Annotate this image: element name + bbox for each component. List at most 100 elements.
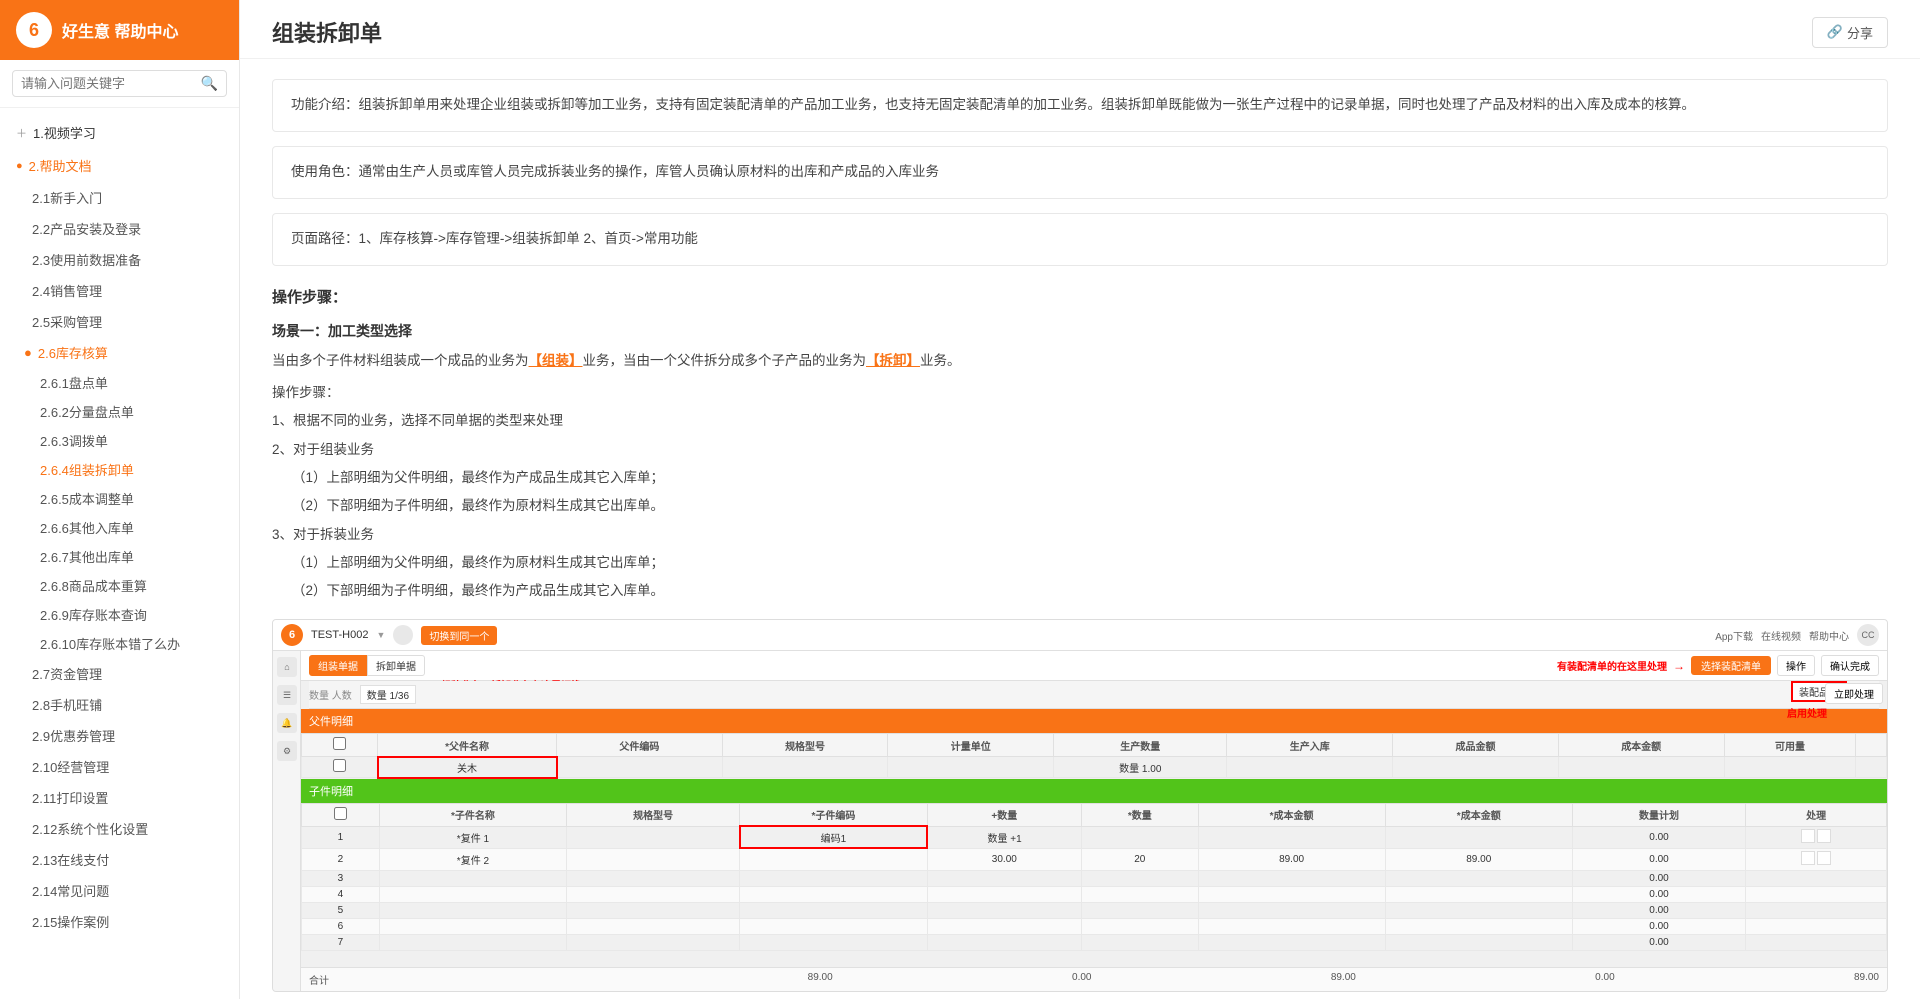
label: 2.9优惠券管理 [32, 729, 115, 744]
table-row: 7 0.00 [302, 934, 1887, 950]
sidebar-item-cost-adjust[interactable]: 2.6.5成本调整单 [0, 484, 239, 513]
sidebar-item-adjust[interactable]: 2.6.3调拨单 [0, 426, 239, 455]
app-upper-section-header: 父件明细 [301, 709, 1887, 733]
sidebar-item-inv-query[interactable]: 2.6.9库存账本查询 [0, 600, 239, 629]
th-parent-code: 父件编码 [557, 734, 723, 757]
label: 2.11打印设置 [32, 791, 108, 806]
step3-1: （1）上部明细为父件明细，最终作为原材料生成其它出库单； [272, 551, 1888, 575]
annotation5: 不固定清单可以在这里录入 [341, 950, 461, 951]
sidebar-item-online-pay[interactable]: 2.13在线支付 [0, 844, 239, 875]
sidebar-item-other-out[interactable]: 2.6.7其他出库单 [0, 542, 239, 571]
disassembly-btn[interactable]: 拆卸单据 [367, 655, 425, 676]
annotation4: 启用处理 [1787, 705, 1827, 720]
th-parent-name: *父件名称 [378, 734, 557, 757]
sidebar-item-split-stocktake[interactable]: 2.6.2分量盘点单 [0, 397, 239, 426]
bell-icon: 🔔 [277, 713, 297, 733]
link-assembly[interactable]: 【组装】 [529, 353, 583, 368]
app-footer-row: 合计 89.00 0.00 89.00 0.00 89.00 [301, 967, 1887, 991]
share-button[interactable]: 🔗 分享 [1812, 17, 1888, 48]
sidebar-item-coupon[interactable]: 2.9优惠券管理 [0, 720, 239, 751]
refresh-icon [393, 625, 413, 645]
sidebar-item-label: 2.帮助文档 [29, 156, 92, 175]
assembly-btn[interactable]: 组装单据 [309, 655, 367, 676]
feature-intro-box: 功能介绍：组装拆卸单用来处理企业组装或拆卸等加工业务，支持有固定装配清单的产品加… [272, 79, 1888, 132]
th-checkbox [302, 734, 378, 757]
table-row: 关木 数量 1.00 [302, 757, 1887, 778]
action-btn1[interactable]: 操作 [1777, 655, 1815, 676]
app-name: 好生意 帮助中心 [62, 18, 178, 42]
operations-heading: 操作步骤： [272, 286, 1888, 307]
screenshot-container: 6 TEST-H002 ▼ 切换到同一个 App下载 在线视频 帮助中心 CC [272, 619, 1888, 992]
enable-btn[interactable]: 立即处理 [1825, 683, 1883, 704]
select-all-upper[interactable] [333, 737, 346, 750]
sidebar-item-inv-error[interactable]: 2.6.10库存账本错了么办 [0, 629, 239, 658]
sidebar-item-video[interactable]: ＋ 1.视频学习 [0, 116, 239, 149]
search-section: 🔍 [0, 60, 239, 108]
minus-icon: ● [24, 345, 32, 360]
sidebar-item-purchase[interactable]: 2.5采购管理 [0, 306, 239, 337]
sidebar-item-personalize[interactable]: 2.12系统个性化设置 [0, 813, 239, 844]
th-action [1856, 734, 1887, 757]
sidebar-item-mobile[interactable]: 2.8手机旺铺 [0, 689, 239, 720]
nav-section-docs: ● 2.帮助文档 2.1新手入门 2.2产品安装及登录 2.3使用前数据准备 2… [0, 149, 239, 937]
sidebar-item-sales[interactable]: 2.4销售管理 [0, 275, 239, 306]
main-content-area: 组装拆卸单 🔗 分享 功能介绍：组装拆卸单用来处理企业组装或拆卸等加工业务，支持… [240, 0, 1920, 999]
path-intro-text: 页面路径：1、库存核算->库存管理->组装拆卸单 2、首页->常用功能 [291, 231, 698, 246]
docs-sub-items: 2.1新手入门 2.2产品安装及登录 2.3使用前数据准备 2.4销售管理 2.… [0, 182, 239, 937]
sidebar-item-finance[interactable]: 2.7资金管理 [0, 658, 239, 689]
app-topbar-icons: App下载 在线视频 帮助中心 CC [1715, 624, 1879, 646]
company-select: TEST-H002 [311, 629, 368, 641]
table-row: 4 0.00 [302, 886, 1887, 902]
sidebar-item-docs[interactable]: ● 2.帮助文档 [0, 149, 239, 182]
bom-select-btn[interactable]: 选择装配清单 [1691, 656, 1771, 675]
sidebar-item-faq[interactable]: 2.14常见问题 [0, 875, 239, 906]
app-icon-rail: ⌂ ☰ 🔔 ⚙ [273, 651, 301, 991]
search-wrap[interactable]: 🔍 [12, 70, 227, 97]
home-icon: ⌂ [277, 657, 297, 677]
screenshot-wrapper: 6 TEST-H002 ▼ 切换到同一个 App下载 在线视频 帮助中心 CC [273, 620, 1887, 991]
user-avatar: CC [1857, 624, 1879, 646]
label: 2.1新手入门 [32, 191, 102, 206]
step3-2: （2）下部明细为子件明细，最终作为产成品生成其它入库单。 [272, 579, 1888, 603]
th-qty: 生产数量 [1054, 734, 1227, 757]
label: 2.5采购管理 [32, 315, 102, 330]
sidebar-item-inventory[interactable]: ● 2.6库存核算 [0, 337, 239, 368]
label: 2.2产品安装及登录 [32, 222, 141, 237]
sidebar-item-newcomer[interactable]: 2.1新手入门 [0, 182, 239, 213]
list-icon: ☰ [277, 685, 297, 705]
upper-section-label: 父件明细 [309, 713, 353, 729]
step3: 3、对于拆装业务 [272, 523, 1888, 547]
sidebar-item-stocktake[interactable]: 2.6.1盘点单 [0, 368, 239, 397]
step2-1: （1）上部明细为父件明细，最终作为产成品生成其它入库单； [272, 466, 1888, 490]
sidebar-item-data-prep[interactable]: 2.3使用前数据准备 [0, 244, 239, 275]
sidebar-item-other-in[interactable]: 2.6.6其他入库单 [0, 513, 239, 542]
lower-section-label: 子件明细 [309, 783, 353, 799]
sidebar-item-print[interactable]: 2.11打印设置 [0, 782, 239, 813]
main-scroll-area: 功能介绍：组装拆卸单用来处理企业组装或拆卸等加工业务，支持有固定装配清单的产品加… [240, 59, 1920, 999]
th-cost2: 成本金额 [1558, 734, 1724, 757]
nav-section-video: ＋ 1.视频学习 [0, 116, 239, 149]
sidebar-item-cases[interactable]: 2.15操作案例 [0, 906, 239, 937]
sidebar-item-operation[interactable]: 2.10经营管理 [0, 751, 239, 782]
select-all-lower[interactable] [334, 807, 347, 820]
arrow-icon: → [1673, 659, 1685, 673]
label: 2.7资金管理 [32, 667, 102, 682]
app-branch-btn[interactable]: 切换到同一个 [421, 626, 497, 645]
confirm-btn[interactable]: 确认完成 [1821, 655, 1879, 676]
settings-icon: ⚙ [277, 741, 297, 761]
table-row: 2 *复件 2 30.00 20 89.00 89.00 0.00 [302, 848, 1887, 870]
table-row: 3 0.00 [302, 870, 1887, 886]
sidebar-item-assembly[interactable]: 2.6.4组装拆卸单 [0, 455, 239, 484]
search-input[interactable] [21, 76, 201, 91]
role-intro-text: 使用角色：通常由生产人员或库管人员完成拆装业务的操作，库管人员确认原材料的出库和… [291, 164, 939, 179]
label: 2.3使用前数据准备 [32, 253, 141, 268]
sidebar-item-goods-cost[interactable]: 2.6.8商品成本重算 [0, 571, 239, 600]
path-intro-box: 页面路径：1、库存核算->库存管理->组装拆卸单 2、首页->常用功能 [272, 213, 1888, 266]
th-cost1: 成品金额 [1393, 734, 1559, 757]
role-intro-box: 使用角色：通常由生产人员或库管人员完成拆装业务的操作，库管人员确认原材料的出库和… [272, 146, 1888, 199]
row-checkbox[interactable] [333, 759, 346, 772]
feature-intro-text: 功能介绍：组装拆卸单用来处理企业组装或拆卸等加工业务，支持有固定装配清单的产品加… [291, 97, 1695, 112]
link-disassembly[interactable]: 【拆卸】 [866, 353, 920, 368]
sidebar-item-install[interactable]: 2.2产品安装及登录 [0, 213, 239, 244]
upper-table-wrap: *父件名称 父件编码 规格型号 计量单位 生产数量 生产入库 成品金额 成本金额 [301, 733, 1887, 779]
